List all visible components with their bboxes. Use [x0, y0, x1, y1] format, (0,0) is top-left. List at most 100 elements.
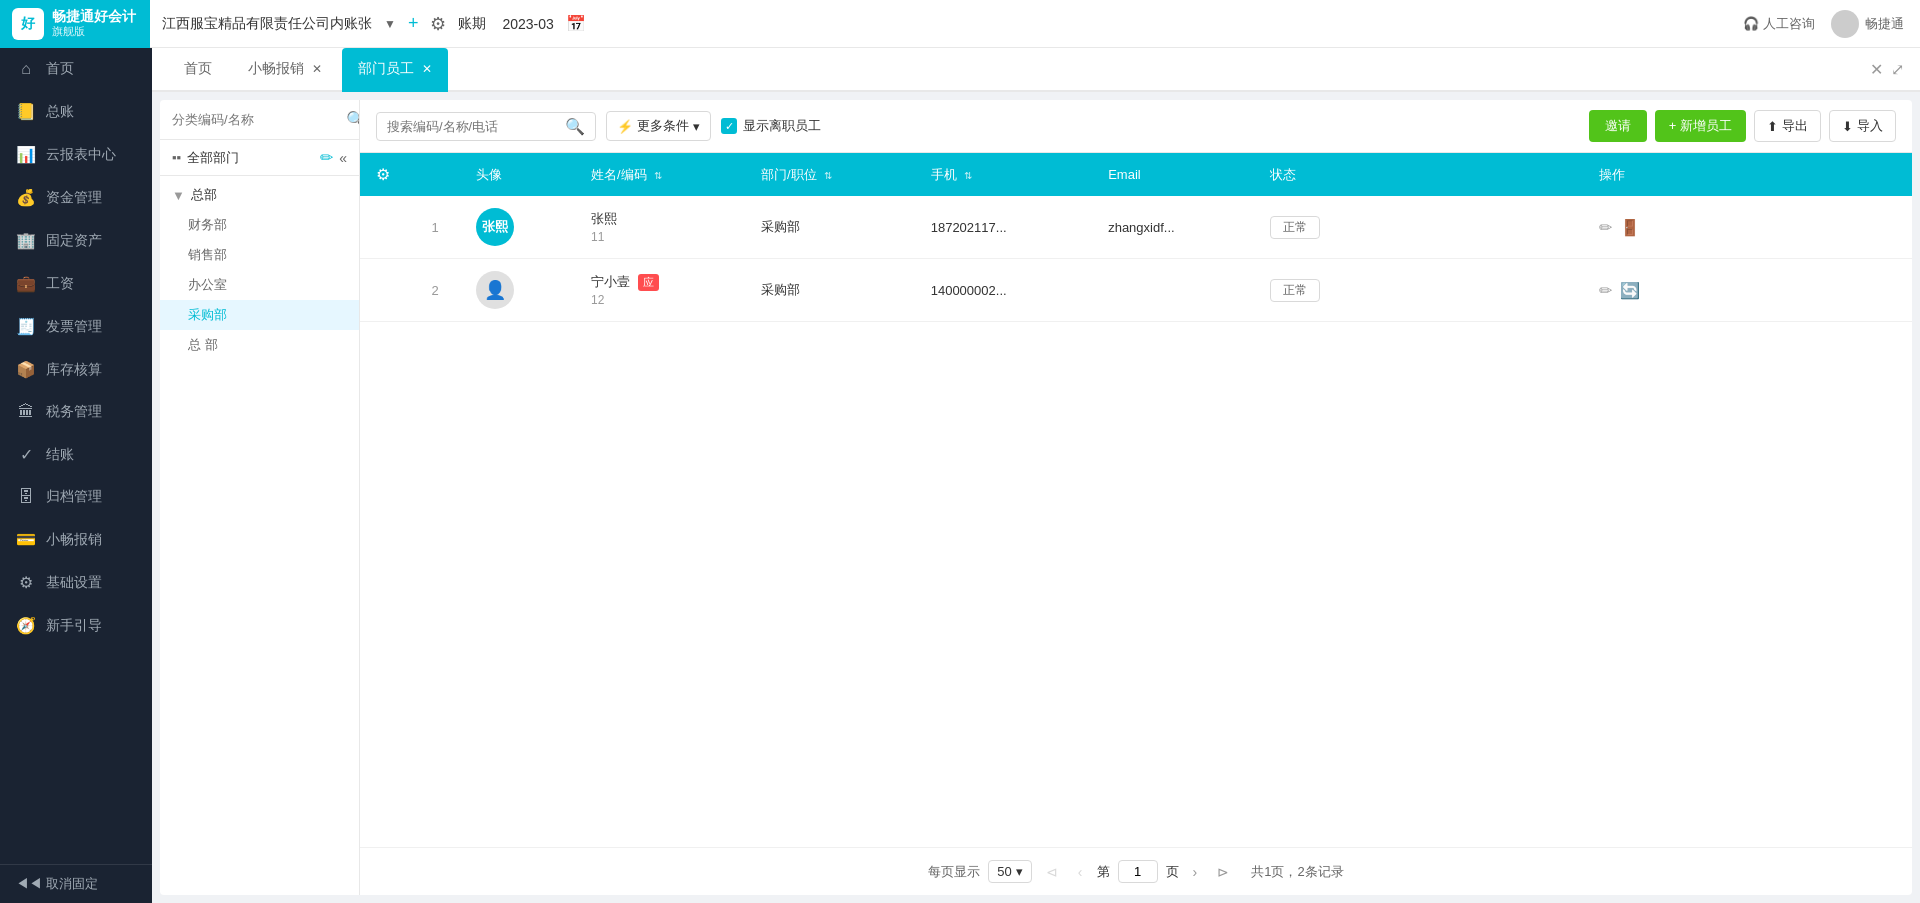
expand-tab-btn[interactable]: ⤢: [1891, 60, 1904, 79]
calendar-icon[interactable]: 📅: [566, 14, 586, 33]
user-menu[interactable]: 畅捷通: [1831, 10, 1904, 38]
header-right: 🎧 人工咨询 畅捷通: [1743, 10, 1904, 38]
cancel-pin-label: ◀◀ 取消固定: [16, 875, 98, 893]
checkmark-icon: ✓: [725, 120, 734, 133]
tree-child-office[interactable]: 办公室: [160, 270, 359, 300]
sidebar-item-invoice[interactable]: 🧾 发票管理: [0, 305, 152, 348]
table-row: 1 张熙 张熙 11: [360, 196, 1912, 259]
row1-num: 1: [410, 196, 460, 259]
tree-edit-btn[interactable]: ✏: [320, 148, 333, 167]
sidebar-item-ledger[interactable]: 📒 总账: [0, 90, 152, 133]
header-settings-icon[interactable]: ⚙: [430, 13, 446, 35]
tree-child-sales[interactable]: 销售部: [160, 240, 359, 270]
sidebar-item-expense[interactable]: 💳 小畅报销: [0, 518, 152, 561]
tab-expense[interactable]: 小畅报销 ✕: [232, 48, 338, 92]
prev-page-btn[interactable]: ‹: [1072, 862, 1089, 882]
tree-header-actions: ✏ «: [320, 148, 347, 167]
sidebar-item-close[interactable]: ✓ 结账: [0, 433, 152, 476]
tree-child-hq[interactable]: 总 部: [160, 330, 359, 360]
first-page-btn[interactable]: ⊲: [1040, 862, 1064, 882]
sidebar-item-tax[interactable]: 🏛 税务管理: [0, 391, 152, 433]
sidebar-item-salary[interactable]: 💼 工资: [0, 262, 152, 305]
service-btn[interactable]: 🎧 人工咨询: [1743, 15, 1815, 33]
sidebar-item-home[interactable]: ⌂ 首页: [0, 48, 152, 90]
row2-edit-btn[interactable]: ✏: [1599, 281, 1612, 300]
tree-search-icon[interactable]: 🔍: [346, 110, 360, 129]
guide-icon: 🧭: [16, 616, 36, 635]
tree-child-purchase[interactable]: 采购部: [160, 300, 359, 330]
th-phone[interactable]: 手机 ⇅: [915, 153, 1092, 196]
row2-status: 正常: [1270, 279, 1320, 302]
reports-icon: 📊: [16, 145, 36, 164]
tree-search-input[interactable]: [172, 112, 340, 127]
per-page-select[interactable]: 50 ▾: [988, 860, 1031, 883]
sidebar-label-salary: 工资: [46, 275, 74, 293]
row1-phone-cell: 187202117...: [915, 196, 1092, 259]
add-company-btn[interactable]: +: [408, 13, 419, 34]
tree-collapse-btn[interactable]: «: [339, 148, 347, 167]
sidebar-label-archive: 归档管理: [46, 488, 102, 506]
th-name[interactable]: 姓名/编码 ⇅: [575, 153, 745, 196]
row1-logout-btn[interactable]: 🚪: [1620, 218, 1640, 237]
th-actions: 操作: [1583, 153, 1912, 196]
per-page-label: 每页显示: [928, 863, 980, 881]
sidebar-item-settings[interactable]: ⚙ 基础设置: [0, 561, 152, 604]
sidebar-item-funds[interactable]: 💰 资金管理: [0, 176, 152, 219]
next-page-btn[interactable]: ›: [1187, 862, 1204, 882]
th-dept[interactable]: 部门/职位 ⇅: [745, 153, 915, 196]
tab-dept-emp-close[interactable]: ✕: [422, 62, 432, 76]
tab-home-label: 首页: [184, 60, 212, 78]
company-dropdown[interactable]: ▼: [384, 17, 396, 31]
tab-dept-emp[interactable]: 部门员工 ✕: [342, 48, 448, 92]
sidebar-label-invoice: 发票管理: [46, 318, 102, 336]
sidebar-item-inventory[interactable]: 📦 库存核算: [0, 348, 152, 391]
sort-dept-icon: ⇅: [824, 170, 832, 181]
sidebar-label-close: 结账: [46, 446, 74, 464]
sidebar-label-home: 首页: [46, 60, 74, 78]
row2-status-cell: 正常: [1254, 259, 1583, 322]
last-page-btn[interactable]: ⊳: [1211, 862, 1235, 882]
add-emp-btn[interactable]: + 新增员工: [1655, 110, 1746, 142]
invite-btn[interactable]: 邀请: [1589, 110, 1647, 142]
invoice-icon: 🧾: [16, 317, 36, 336]
tab-expense-close[interactable]: ✕: [312, 62, 322, 76]
table-settings-icon[interactable]: ⚙: [376, 166, 390, 183]
row1-phone: 187202117...: [931, 220, 1007, 235]
filter-btn[interactable]: ⚡ 更多条件 ▾: [606, 111, 711, 141]
export-btn[interactable]: ⬆ 导出: [1754, 110, 1821, 142]
company-name: 江西服宝精品有限责任公司内账张: [162, 15, 372, 33]
content-area: 首页 小畅报销 ✕ 部门员工 ✕ ✕ ⤢ 🔍: [152, 48, 1920, 903]
sidebar-label-settings: 基础设置: [46, 574, 102, 592]
left-tree: 🔍 ▪▪ 全部部门 ✏ « ▼ 总部 财: [160, 100, 360, 895]
cancel-pin-btn[interactable]: ◀◀ 取消固定: [0, 864, 152, 903]
sidebar-item-guide[interactable]: 🧭 新手引导: [0, 604, 152, 647]
sidebar-item-assets[interactable]: 🏢 固定资产: [0, 219, 152, 262]
home-icon: ⌂: [16, 60, 36, 78]
sidebar-label-reports: 云报表中心: [46, 146, 116, 164]
th-num: [410, 153, 460, 196]
row2-name: 宁小壹: [591, 273, 630, 291]
close-tab-btn[interactable]: ✕: [1870, 60, 1883, 79]
page-input[interactable]: 1: [1118, 860, 1158, 883]
import-btn[interactable]: ⬇ 导入: [1829, 110, 1896, 142]
show-resigned-toggle[interactable]: ✓ 显示离职员工: [721, 117, 821, 135]
emp-search-icon[interactable]: 🔍: [565, 117, 585, 136]
row2-code: 12: [591, 293, 729, 307]
employee-table: ⚙ 头像 姓名/编码 ⇅: [360, 153, 1912, 322]
sidebar-item-archive[interactable]: 🗄 归档管理: [0, 476, 152, 518]
tree-child-finance[interactable]: 财务部: [160, 210, 359, 240]
row1-checkbox-cell: [360, 196, 410, 259]
row1-edit-btn[interactable]: ✏: [1599, 218, 1612, 237]
row1-dept: 采购部: [761, 219, 800, 234]
per-page-dropdown-icon: ▾: [1016, 864, 1023, 879]
tabs-bar: 首页 小畅报销 ✕ 部门员工 ✕ ✕ ⤢: [152, 48, 1920, 92]
total-text: 共1页，2条记录: [1251, 863, 1343, 881]
show-resigned-checkbox[interactable]: ✓: [721, 118, 737, 134]
row2-refresh-btn[interactable]: 🔄: [1620, 281, 1640, 300]
filter-label: 更多条件: [637, 117, 689, 135]
tab-home[interactable]: 首页: [168, 48, 228, 92]
period-value: 2023-03: [502, 16, 553, 32]
emp-search-input[interactable]: [387, 119, 559, 134]
sidebar-item-reports[interactable]: 📊 云报表中心: [0, 133, 152, 176]
logo-subtitle: 旗舰版: [52, 24, 136, 39]
